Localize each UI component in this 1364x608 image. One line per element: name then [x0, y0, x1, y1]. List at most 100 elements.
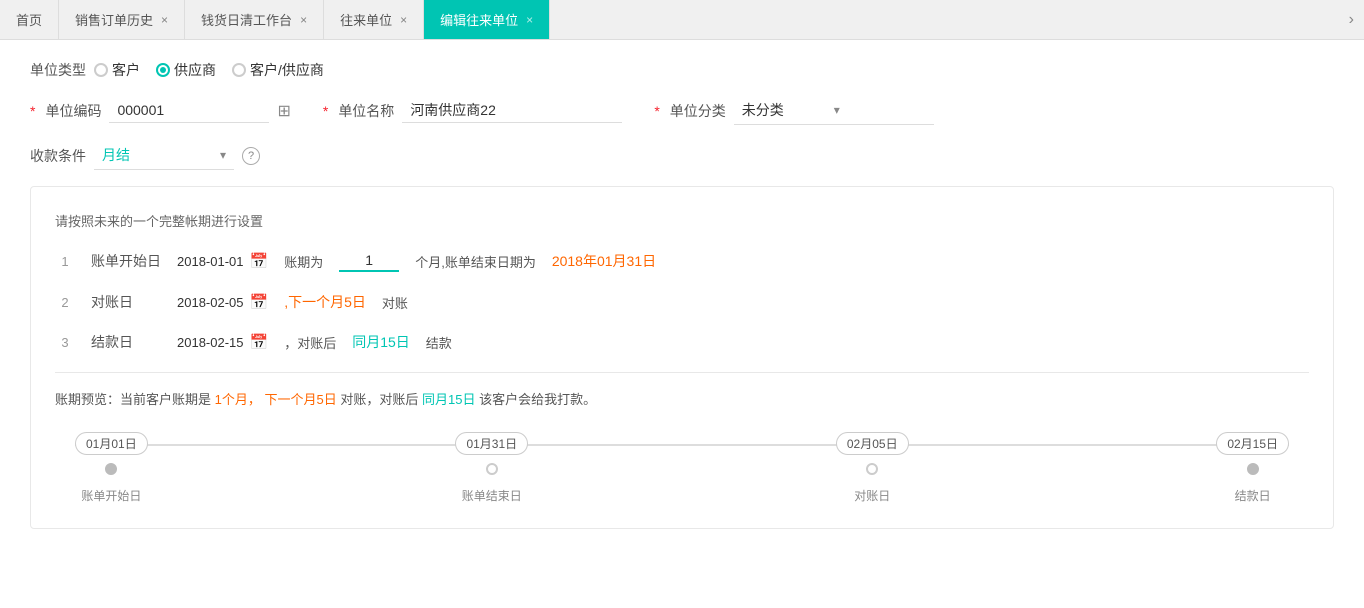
tab-home-label: 首页	[16, 10, 42, 29]
unit-code-copy-icon[interactable]: ⊞	[277, 101, 290, 121]
payment-condition-label: 收款条件	[30, 146, 86, 166]
step-2-desc-orange: ,下一个月5日	[284, 292, 366, 312]
settings-panel: 请按照未来的一个完整帐期进行设置 1 账单开始日 2018-01-01 📅 账期…	[30, 186, 1334, 529]
timeline-dot-3	[1247, 463, 1259, 475]
step-3-desc-end: 结款	[426, 333, 452, 352]
step-2-row: 2 对账日 2018-02-05 📅 ,下一个月5日 对账	[55, 292, 1309, 312]
timeline-badge-3: 02月15日	[1216, 432, 1289, 455]
step-1-desc-prefix: 账期为	[284, 252, 323, 271]
step-3-calendar-icon[interactable]: 📅	[250, 333, 269, 351]
step-3-label: 结款日	[91, 332, 161, 352]
tab-partner-label: 往来单位	[340, 10, 392, 29]
preview-section: 账期预览：当前客户账期是 1个月， 下一个月5日 对账，对账后 同月15日 该客…	[55, 372, 1309, 504]
step-1-calendar-icon[interactable]: 📅	[250, 252, 269, 270]
timeline-spacer-1	[148, 432, 456, 504]
timeline-dot-0	[105, 463, 117, 475]
timeline-spacer-3	[909, 432, 1217, 504]
unit-name-group: * 单位名称	[323, 98, 622, 123]
step-3-num: 3	[55, 335, 75, 350]
payment-condition-help-icon[interactable]: ?	[242, 147, 260, 165]
tab-sales-history-label: 销售订单历史	[75, 10, 153, 29]
step-1-date-field: 2018-01-01 📅	[177, 252, 268, 270]
step-3-date: 2018-02-15	[177, 335, 244, 350]
tab-partner-close[interactable]: ×	[400, 13, 407, 27]
unit-category-group: * 单位分类 未分类 ▾	[654, 96, 933, 125]
timeline-point-3: 02月15日 结款日	[1216, 432, 1289, 504]
tab-cash-work[interactable]: 钱货日清工作台 ×	[185, 0, 324, 39]
radio-customer[interactable]: 客户	[94, 60, 140, 80]
payment-condition-group: 收款条件 月结 ▾ ?	[30, 141, 260, 170]
timeline-badge-0: 01月01日	[75, 432, 148, 455]
step-1-end-date: 2018年01月31日	[552, 251, 656, 271]
tab-cash-work-close[interactable]: ×	[300, 13, 307, 27]
timeline-spacer-2	[528, 432, 836, 504]
unit-code-input[interactable]	[109, 98, 269, 123]
tab-home[interactable]: 首页	[0, 0, 59, 39]
step-3-date-field: 2018-02-15 📅	[177, 333, 268, 351]
timeline-dot-1	[486, 463, 498, 475]
unit-category-label: 单位分类	[670, 101, 726, 121]
payment-condition-dropdown[interactable]: 月结 ▾	[94, 141, 234, 170]
radio-group: 客户 供应商 客户/供应商	[94, 60, 324, 80]
tab-cash-work-label: 钱货日清工作台	[201, 10, 292, 29]
radio-both-label: 客户/供应商	[250, 60, 324, 80]
unit-type-row: 单位类型 客户 供应商 客户/供应商	[30, 60, 1334, 80]
radio-customer-circle	[94, 63, 108, 77]
radio-supplier[interactable]: 供应商	[156, 60, 216, 80]
tab-bar: 首页 销售订单历史 × 钱货日清工作台 × 往来单位 × 编辑往来单位 × ›	[0, 0, 1364, 40]
step-1-row: 1 账单开始日 2018-01-01 📅 账期为 个月,账单结束日期为 2018…	[55, 250, 1309, 272]
radio-both-circle	[232, 63, 246, 77]
tab-edit-partner[interactable]: 编辑往来单位 ×	[424, 0, 550, 39]
step-1-label: 账单开始日	[91, 251, 161, 271]
step-1-num: 1	[55, 254, 75, 269]
timeline-label-3: 结款日	[1235, 487, 1271, 504]
timeline-label-1: 账单结束日	[462, 487, 522, 504]
timeline-point-2: 02月05日 对账日	[836, 432, 909, 504]
unit-category-required: *	[654, 103, 659, 119]
step-2-desc-plain: 对账	[382, 293, 408, 312]
payment-condition-value: 月结	[102, 145, 130, 165]
step-1-desc-suffix: 个月,账单结束日期为	[415, 252, 536, 271]
step-3-row: 3 结款日 2018-02-15 📅 ，对账后 同月15日 结款	[55, 332, 1309, 352]
tab-edit-partner-label: 编辑往来单位	[440, 10, 518, 29]
preview-label: 账期预览：当前客户账期是	[55, 392, 211, 407]
unit-name-label: 单位名称	[338, 101, 394, 121]
preview-p4: 同月15日	[422, 392, 475, 407]
timeline-badge-1: 01月31日	[455, 432, 528, 455]
preview-p3: 对账，对账后	[340, 392, 418, 407]
timeline-badge-2: 02月05日	[836, 432, 909, 455]
tab-sales-history[interactable]: 销售订单历史 ×	[59, 0, 185, 39]
timeline: 01月01日 账单开始日 01月31日 账单结束日 02月05日 对账	[55, 432, 1309, 504]
radio-both[interactable]: 客户/供应商	[232, 60, 324, 80]
step-1-months-input[interactable]	[339, 250, 399, 272]
timeline-point-1: 01月31日 账单结束日	[455, 432, 528, 504]
unit-name-input[interactable]	[402, 98, 622, 123]
tab-scroll-right[interactable]: ›	[1339, 11, 1364, 29]
step-3-desc-plain: ，对账后	[284, 333, 336, 352]
timeline-points: 01月01日 账单开始日 01月31日 账单结束日 02月05日 对账	[75, 432, 1289, 504]
step-2-calendar-icon[interactable]: 📅	[250, 293, 269, 311]
unit-type-label: 单位类型	[30, 60, 86, 80]
preview-p2: 下一个月5日	[265, 392, 337, 407]
timeline-label-0: 账单开始日	[81, 487, 141, 504]
radio-customer-label: 客户	[112, 60, 140, 80]
step-2-date: 2018-02-05	[177, 295, 244, 310]
tab-edit-partner-close[interactable]: ×	[526, 13, 533, 27]
panel-hint: 请按照未来的一个完整帐期进行设置	[55, 211, 1309, 230]
unit-category-select[interactable]: 未分类 ▾	[734, 96, 934, 125]
preview-p1: 1个月，	[215, 392, 261, 407]
unit-category-value: 未分类	[742, 100, 834, 120]
tab-partner[interactable]: 往来单位 ×	[324, 0, 424, 39]
timeline-point-0: 01月01日 账单开始日	[75, 432, 148, 504]
step-3-desc-teal: 同月15日	[352, 332, 410, 352]
step-2-label: 对账日	[91, 292, 161, 312]
unit-name-required: *	[323, 103, 328, 119]
tab-sales-history-close[interactable]: ×	[161, 13, 168, 27]
radio-supplier-label: 供应商	[174, 60, 216, 80]
unit-category-arrow-icon: ▾	[834, 103, 926, 117]
unit-info-row: * 单位编码 ⊞ * 单位名称 * 单位分类 未分类 ▾	[30, 96, 1334, 125]
radio-supplier-circle	[156, 63, 170, 77]
unit-code-label: 单位编码	[45, 101, 101, 121]
step-2-num: 2	[55, 295, 75, 310]
preview-text: 账期预览：当前客户账期是 1个月， 下一个月5日 对账，对账后 同月15日 该客…	[55, 389, 1309, 408]
